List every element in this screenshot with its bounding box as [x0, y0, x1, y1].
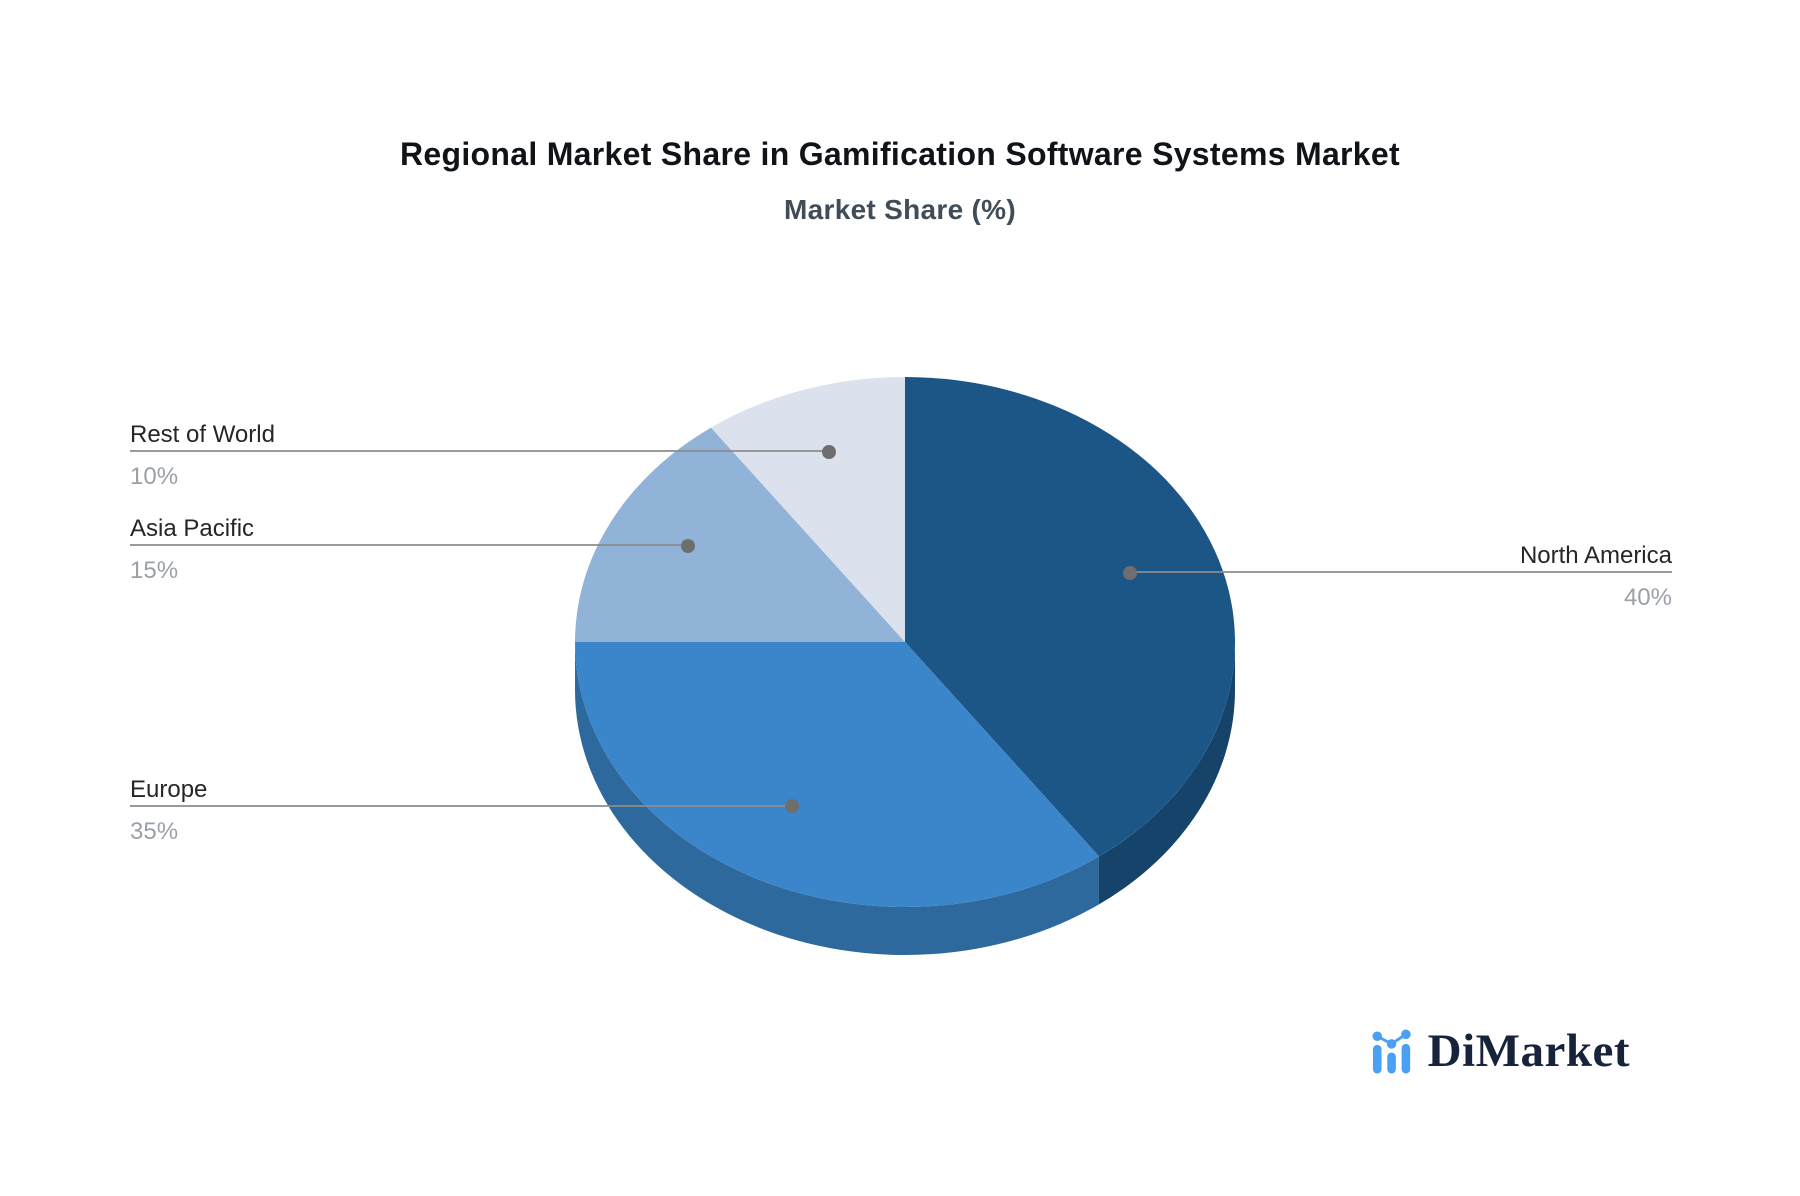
- dimarket-logo: DiMarket: [1372, 1028, 1630, 1075]
- slice-value-north-america: 40%: [1624, 584, 1672, 611]
- slice-label-europe: Europe: [130, 776, 207, 803]
- slice-label-rest-of-world: Rest of World: [130, 421, 275, 448]
- slice-label-asia-pacific: Asia Pacific: [130, 515, 254, 542]
- report-canvas: Regional Market Share in Gamification So…: [0, 0, 1800, 1196]
- logo-text: DiMarket: [1427, 1025, 1630, 1077]
- slice-value-europe: 35%: [130, 818, 178, 845]
- bar-chart-logo-icon: [1372, 1029, 1411, 1074]
- leader-dot-north-america: [1123, 566, 1137, 580]
- leader-dot-rest-of-world: [822, 445, 836, 459]
- leader-dot-asia-pacific: [681, 539, 695, 553]
- pie-chart: North America 40% Europe 35% Asia Pacific 15%…: [130, 377, 1673, 956]
- slice-label-north-america: North America: [1520, 542, 1673, 569]
- leader-dot-europe: [785, 799, 799, 813]
- slice-value-rest-of-world: 10%: [130, 463, 178, 490]
- slice-value-asia-pacific: 15%: [130, 557, 178, 584]
